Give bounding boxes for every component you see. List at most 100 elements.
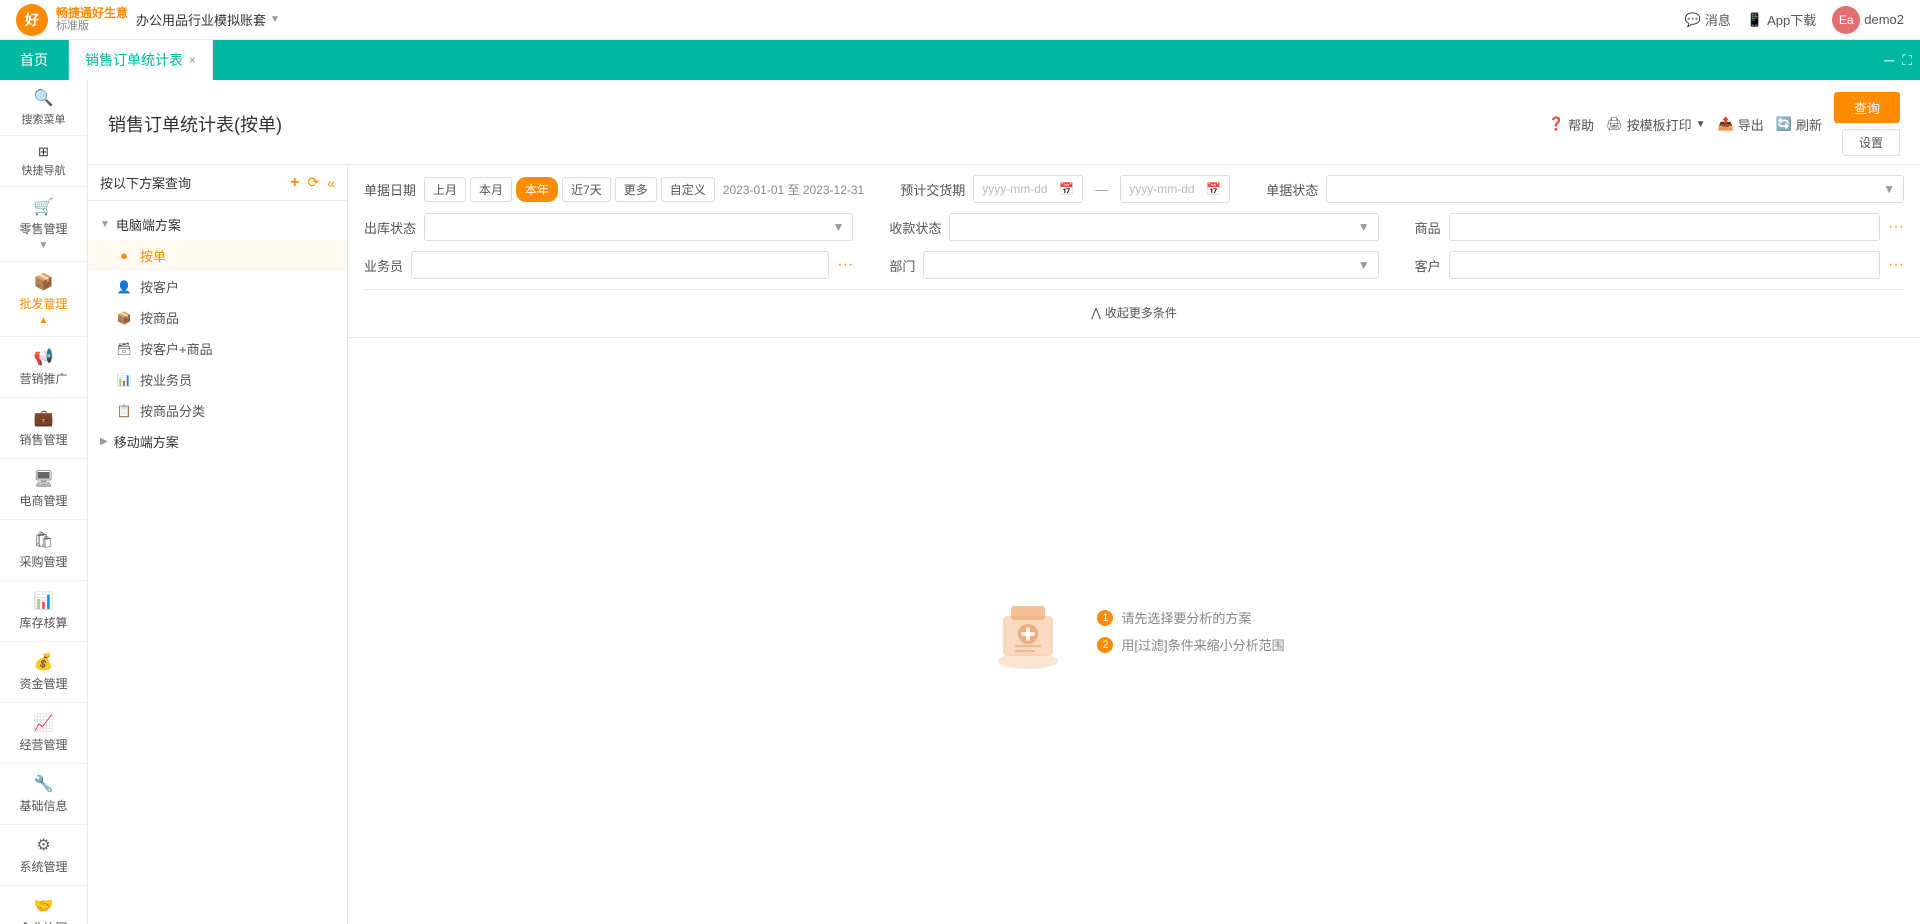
right-content: 单据日期 上月 本月 本年 近7天 更多 自定义 2023-01-01 至 20…	[348, 165, 1920, 924]
tabbar: 首页 销售订单统计表 × ─ ⛶	[0, 40, 1920, 80]
sidebar-item-ecommerce[interactable]: 🖥 电商管理	[0, 459, 87, 520]
sidebar-item-inventory[interactable]: 📊 库存核算	[0, 581, 87, 642]
refresh-icon: 🔄	[1776, 116, 1792, 132]
chevron-down-icon: ▼	[39, 240, 49, 251]
sales-icon: 💼	[34, 408, 54, 428]
expected-date-from[interactable]: yyyy-mm-dd 📅	[973, 175, 1083, 203]
page-title: 销售订单统计表(按单)	[108, 111, 282, 137]
expected-date-to[interactable]: yyyy-mm-dd 📅	[1120, 175, 1230, 203]
help-icon: ❓	[1548, 116, 1564, 132]
date-btn-7days[interactable]: 近7天	[562, 177, 611, 202]
customer-more-icon[interactable]: ···	[1888, 256, 1904, 274]
sidebar-item-operations[interactable]: 📈 经营管理	[0, 703, 87, 764]
app-download-button[interactable]: 📱 App下载	[1747, 10, 1816, 29]
refresh-button[interactable]: 🔄 刷新	[1776, 115, 1822, 134]
refresh-scheme-icon[interactable]: ⟳	[307, 174, 319, 191]
sidebar-item-finance[interactable]: 💰 资金管理	[0, 642, 87, 703]
sidebar-item-system[interactable]: ⚙ 系统管理	[0, 825, 87, 886]
dept-label: 部门	[889, 256, 915, 275]
scheme-group-mobile-header[interactable]: ▶ 移动端方案	[88, 426, 347, 457]
help-button[interactable]: ❓ 帮助	[1548, 115, 1594, 134]
chevron-right-icon: ▶	[100, 436, 108, 447]
date-separator: —	[1091, 182, 1112, 197]
delivery-select[interactable]: ▼	[424, 213, 853, 241]
sidebar-item-quicknav[interactable]: ⊞ 快捷导航	[0, 136, 87, 187]
message-button[interactable]: 💬 消息	[1685, 10, 1731, 29]
sidebar-item-retail[interactable]: 🛒 零售管理 ▼	[0, 187, 87, 262]
maximize-icon[interactable]: ⛶	[1902, 52, 1912, 69]
date-btn-thisyear[interactable]: 本年	[516, 177, 558, 202]
filter-section: 单据日期 上月 本月 本年 近7天 更多 自定义 2023-01-01 至 20…	[348, 165, 1920, 338]
sidebar-item-purchase[interactable]: 🛍 采购管理	[0, 520, 87, 581]
query-button[interactable]: 查询	[1834, 92, 1900, 123]
date-filter-group: 单据日期 上月 本月 本年 近7天 更多 自定义 2023-01-01 至 20…	[364, 177, 864, 202]
chevron-down-icon: ▼	[270, 14, 280, 25]
scheme-item-by-category[interactable]: 📋 按商品分类	[88, 395, 347, 426]
customer-input[interactable]	[1449, 251, 1880, 279]
date-btn-more[interactable]: 更多	[615, 177, 657, 202]
calendar-icon: 📅	[1206, 182, 1221, 196]
tabbar-actions: ─ ⛶	[1884, 52, 1920, 69]
topbar-right: 💬 消息 📱 App下载 Ea demo2	[1685, 6, 1904, 34]
sidebar-search[interactable]: 🔍 搜索菜单	[0, 80, 87, 136]
date-range-display: 2023-01-01 至 2023-12-31	[723, 181, 864, 198]
page-header: 销售订单统计表(按单) ❓ 帮助 🖨 按模板打印 ▼ 📤 导出 🔄 刷新	[88, 80, 1920, 165]
date-buttons: 上月 本月 本年 近7天 更多 自定义	[424, 177, 715, 202]
tip-number-1: 1	[1097, 610, 1113, 626]
collapse-filter-button[interactable]: ⋀ 收起更多条件	[364, 298, 1904, 327]
scheme-item-by-order[interactable]: ● 按单	[88, 240, 347, 271]
basic-icon: 🔧	[34, 774, 54, 794]
minimize-icon[interactable]: ─	[1884, 52, 1894, 68]
delivery-label: 出库状态	[364, 218, 416, 237]
receipt-select[interactable]: ▼	[949, 213, 1378, 241]
workspace-selector[interactable]: 办公用品行业模拟账套 ▼	[136, 10, 280, 29]
sidebar-item-marketing[interactable]: 📢 营销推广	[0, 337, 87, 398]
left-panel-header: 按以下方案查询 + ⟳ «	[88, 165, 347, 201]
salesman-input[interactable]	[411, 251, 829, 279]
scheme-item-by-customer[interactable]: 👤 按客户	[88, 271, 347, 302]
sidebar-item-basic[interactable]: 🔧 基础信息	[0, 764, 87, 825]
filter-divider	[364, 289, 1904, 290]
settings-button[interactable]: 设置	[1842, 129, 1900, 156]
date-btn-thismonth[interactable]: 本月	[470, 177, 512, 202]
tab-close-icon[interactable]: ×	[189, 53, 196, 67]
goods-filter-group: 商品 ···	[1415, 213, 1904, 241]
scheme-item-by-customer-goods[interactable]: 🗃 按客户+商品	[88, 333, 347, 364]
filter-row-2: 出库状态 ▼ 收款状态 ▼	[364, 213, 1904, 241]
date-btn-lastmonth[interactable]: 上月	[424, 177, 466, 202]
salesman-more-icon[interactable]: ···	[837, 256, 853, 274]
sidebar-item-enterprise[interactable]: 🤝 企业协同	[0, 886, 87, 924]
salesman-icon: 📊	[116, 372, 132, 388]
add-scheme-icon[interactable]: +	[290, 174, 299, 192]
scheme-item-by-salesman[interactable]: 📊 按业务员	[88, 364, 347, 395]
goods-input[interactable]	[1449, 213, 1880, 241]
user-menu[interactable]: Ea demo2	[1832, 6, 1904, 34]
operations-icon: 📈	[34, 713, 54, 733]
chevron-down-icon: ▼	[1358, 220, 1370, 234]
purchase-icon: 🛍	[33, 530, 53, 550]
sidebar-item-wholesale[interactable]: 📦 批发管理 ▲	[0, 262, 87, 337]
chevron-up-icon: ▲	[39, 315, 49, 326]
chevron-down-icon: ▼	[100, 219, 110, 230]
chevron-down-icon: ▼	[1358, 258, 1370, 272]
app-name: 畅捷通好生意	[56, 6, 128, 20]
scheme-group-pc-header[interactable]: ▼ 电脑端方案	[88, 209, 347, 240]
status-select[interactable]: ▼	[1326, 175, 1904, 203]
print-button[interactable]: 🖨 按模板打印 ▼	[1606, 115, 1705, 134]
content-area: 销售订单统计表(按单) ❓ 帮助 🖨 按模板打印 ▼ 📤 导出 🔄 刷新	[88, 80, 1920, 924]
goods-more-icon[interactable]: ···	[1888, 218, 1904, 236]
tab-home[interactable]: 首页	[0, 40, 69, 80]
tab-active[interactable]: 销售订单统计表 ×	[69, 40, 213, 80]
date-btn-custom[interactable]: 自定义	[661, 177, 715, 202]
expected-date-group: 预计交货期 yyyy-mm-dd 📅 — yyyy-mm-dd 📅	[900, 175, 1230, 203]
scheme-item-by-goods[interactable]: 📦 按商品	[88, 302, 347, 333]
sidebar: 🔍 搜索菜单 ⊞ 快捷导航 🛒 零售管理 ▼ 📦 批发管理 ▲ 📢 营销推广 💼…	[0, 80, 88, 924]
export-icon: 📤	[1718, 116, 1734, 132]
main-layout: 🔍 搜索菜单 ⊞ 快捷导航 🛒 零售管理 ▼ 📦 批发管理 ▲ 📢 营销推广 💼…	[0, 80, 1920, 924]
date-label: 单据日期	[364, 180, 416, 199]
export-button[interactable]: 📤 导出	[1718, 115, 1764, 134]
sidebar-item-sales[interactable]: 💼 销售管理	[0, 398, 87, 459]
collapse-panel-icon[interactable]: «	[327, 175, 335, 191]
phone-icon: 📱	[1747, 12, 1763, 28]
dept-select[interactable]: ▼	[923, 251, 1378, 279]
